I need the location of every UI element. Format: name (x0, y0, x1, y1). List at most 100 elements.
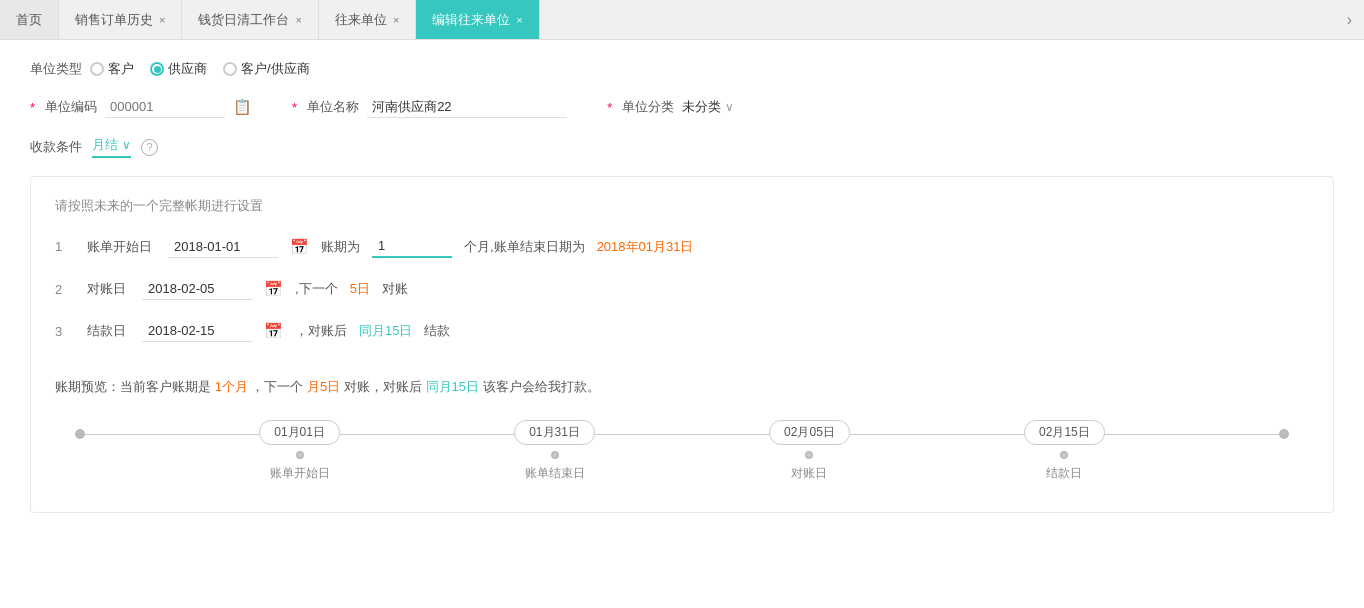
period-label-2: 对账日 (87, 280, 126, 298)
period-desc-3a: ，对账后 (295, 322, 347, 340)
tab-edit-partner-close[interactable]: × (516, 14, 522, 26)
unit-type-label: 单位类型 (30, 60, 82, 78)
preview-section: 账期预览：当前客户账期是 1个月 ，下一个 月5日 对账，对账后 同月15日 该… (55, 362, 1309, 492)
timeline-node-2-dot (551, 451, 559, 459)
period-reconcile-highlight: 5日 (350, 280, 370, 298)
preview-part2: 月5日 (307, 379, 340, 394)
payment-value: 月结 (92, 136, 118, 154)
unit-code-label: 单位编码 (45, 98, 97, 116)
period-num-1: 1 (55, 239, 75, 254)
period-num-3: 3 (55, 324, 75, 339)
tab-edit-partner-label: 编辑往来单位 (432, 11, 510, 29)
timeline-node-3-bubble: 02月05日 (769, 420, 850, 445)
unit-type-row: 单位类型 客户 供应商 客户/供应商 (30, 60, 1334, 78)
unit-type-group: 单位类型 客户 供应商 客户/供应商 (30, 60, 310, 78)
period-row-1: 1 账单开始日 📅 账期为 个月,账单结束日期为 2018年01月31日 (55, 235, 1309, 258)
payment-label: 收款条件 (30, 138, 82, 156)
unit-category-select[interactable]: 未分类 ∨ (682, 98, 734, 116)
preview-label: 账期预览：当前客户账期是 (55, 379, 211, 394)
code-name-row: * 单位编码 📋 * 单位名称 * 单位分类 未分类 ∨ (30, 96, 1334, 118)
tab-cashflow-close[interactable]: × (295, 14, 301, 26)
timeline-node-2-bubble: 01月31日 (514, 420, 595, 445)
tab-edit-partner[interactable]: 编辑往来单位 × (416, 0, 539, 39)
preview-part1: 1个月 (215, 379, 248, 394)
payment-date-input[interactable] (142, 320, 252, 342)
timeline-node-4-label: 结款日 (1046, 465, 1082, 482)
payment-select[interactable]: 月结 ∨ (92, 136, 131, 158)
unit-category-chevron-icon: ∨ (725, 100, 734, 114)
tab-partner-close[interactable]: × (393, 14, 399, 26)
payment-row: 收款条件 月结 ∨ ? (30, 136, 1334, 158)
timeline-node-4: 02月15日 结款日 (1024, 420, 1105, 482)
period-desc-2b: 对账 (382, 280, 408, 298)
unit-code-calendar-icon[interactable]: 📋 (233, 98, 252, 116)
radio-both[interactable]: 客户/供应商 (223, 60, 310, 78)
payment-help-icon[interactable]: ? (141, 139, 158, 156)
tab-more-button[interactable]: › (1335, 0, 1364, 39)
period-hint: 请按照未来的一个完整帐期进行设置 (55, 197, 1309, 215)
reconcile-date-input[interactable] (142, 278, 252, 300)
period-desc-1: 账期为 (321, 238, 360, 256)
unit-code-group: * 单位编码 📋 (30, 96, 252, 118)
tab-partner-label: 往来单位 (335, 11, 387, 29)
period-month-input[interactable] (372, 235, 452, 258)
unit-category-required: * (607, 100, 612, 115)
start-date-calendar-icon[interactable]: 📅 (290, 238, 309, 256)
radio-both-circle (223, 62, 237, 76)
radio-customer[interactable]: 客户 (90, 60, 134, 78)
radio-supplier[interactable]: 供应商 (150, 60, 207, 78)
timeline-node-4-dot (1060, 451, 1068, 459)
preview-connector3: 该客户会给我打款。 (483, 379, 600, 394)
period-row-3: 3 结款日 📅 ，对账后 同月15日 结款 (55, 320, 1309, 342)
start-date-input[interactable] (168, 236, 278, 258)
timeline-node-2-label: 账单结束日 (525, 465, 585, 482)
tab-sales-history-close[interactable]: × (159, 14, 165, 26)
timeline: 01月01日 账单开始日 01月31日 账单结束日 02月05日 (55, 420, 1309, 482)
payment-date-calendar-icon[interactable]: 📅 (264, 322, 283, 340)
tab-cashflow-label: 钱货日清工作台 (198, 11, 289, 29)
unit-type-radio-group: 客户 供应商 客户/供应商 (90, 60, 310, 78)
timeline-node-2: 01月31日 账单结束日 (514, 420, 595, 482)
period-card: 请按照未来的一个完整帐期进行设置 1 账单开始日 📅 账期为 个月,账单结束日期… (30, 176, 1334, 513)
main-content: 单位类型 客户 供应商 客户/供应商 * 单位编码 (0, 40, 1364, 608)
timeline-node-end (1279, 420, 1289, 439)
tab-cashflow[interactable]: 钱货日清工作台 × (182, 0, 318, 39)
preview-part3: 同月15日 (426, 379, 479, 394)
period-payment-highlight: 同月15日 (359, 322, 412, 340)
radio-both-label: 客户/供应商 (241, 60, 310, 78)
tab-sales-history[interactable]: 销售订单历史 × (59, 0, 182, 39)
radio-supplier-circle (150, 62, 164, 76)
radio-supplier-label: 供应商 (168, 60, 207, 78)
payment-chevron-icon: ∨ (122, 138, 131, 152)
unit-category-group: * 单位分类 未分类 ∨ (607, 98, 734, 116)
timeline-node-1-label: 账单开始日 (270, 465, 330, 482)
preview-connector1: ，下一个 (251, 379, 303, 394)
tab-sales-history-label: 销售订单历史 (75, 11, 153, 29)
timeline-node-4-bubble: 02月15日 (1024, 420, 1105, 445)
preview-text: 账期预览：当前客户账期是 1个月 ，下一个 月5日 对账，对账后 同月15日 该… (55, 378, 1309, 396)
timeline-start-dot (75, 429, 85, 439)
reconcile-date-calendar-icon[interactable]: 📅 (264, 280, 283, 298)
unit-code-input[interactable] (105, 96, 225, 118)
unit-name-group: * 单位名称 (292, 96, 567, 118)
tab-home[interactable]: 首页 (0, 0, 59, 39)
timeline-end-dot (1279, 429, 1289, 439)
period-label-3: 结款日 (87, 322, 126, 340)
timeline-node-start (75, 420, 85, 439)
unit-category-value: 未分类 (682, 98, 721, 116)
period-desc-2a: ,下一个 (295, 280, 338, 298)
unit-code-required: * (30, 100, 35, 115)
tab-partner[interactable]: 往来单位 × (319, 0, 416, 39)
unit-name-label: 单位名称 (307, 98, 359, 116)
timeline-node-1-dot (296, 451, 304, 459)
period-num-2: 2 (55, 282, 75, 297)
timeline-node-1: 01月01日 账单开始日 (259, 420, 340, 482)
timeline-node-1-bubble: 01月01日 (259, 420, 340, 445)
tab-home-label: 首页 (16, 11, 42, 29)
unit-name-required: * (292, 100, 297, 115)
timeline-node-3-dot (805, 451, 813, 459)
timeline-nodes: 01月01日 账单开始日 01月31日 账单结束日 02月05日 (75, 420, 1289, 482)
period-end-date: 2018年01月31日 (597, 238, 694, 256)
unit-name-input[interactable] (367, 96, 567, 118)
radio-customer-label: 客户 (108, 60, 134, 78)
